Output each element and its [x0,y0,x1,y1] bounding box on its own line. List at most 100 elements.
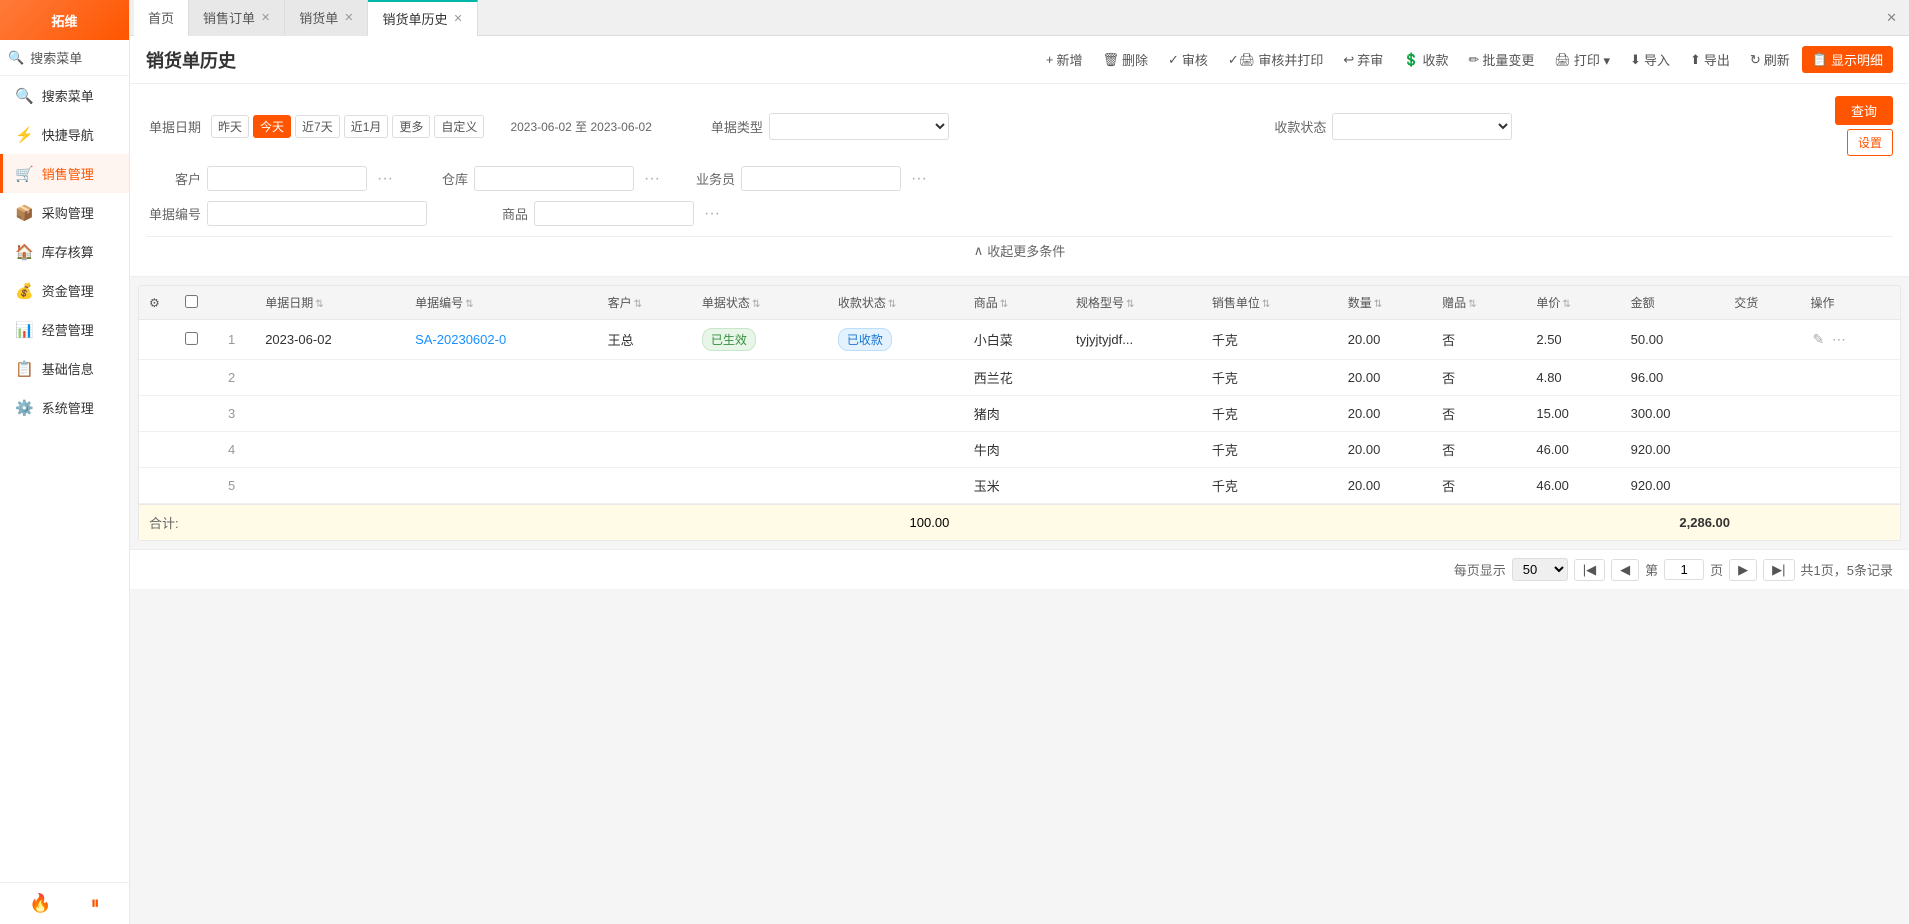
nav-icon-finance: 💰 [15,282,34,300]
th-doc-status[interactable]: 单据状态⇅ [692,286,828,320]
toolbar-btn-3[interactable]: ✓🖨审核并打印 [1220,46,1331,73]
sidebar-item-purchase[interactable]: 📦 采购管理 [0,193,129,232]
toolbar-btn-2[interactable]: ✓审核 [1160,46,1216,73]
row-docno-3 [405,432,598,468]
action-edit-0[interactable]: ✎ [1813,331,1825,347]
th-price[interactable]: 单价⇅ [1526,286,1620,320]
row-checkbox-3 [175,432,208,468]
salesman-dots[interactable]: ··· [907,170,931,188]
toolbar-btn-10[interactable]: ↻刷新 [1742,46,1798,73]
page-next-btn[interactable]: ▶ [1729,559,1757,581]
toolbar-btn-11[interactable]: 📋显示明细 [1802,46,1893,73]
sidebar-pause-btn[interactable]: ⏸ [91,893,100,914]
nav-icon-purchase: 📦 [15,204,34,222]
nav-icon-inventory: 🏠 [15,243,34,261]
salesman-input[interactable] [741,166,901,191]
toolbar-btn-5[interactable]: 💲收款 [1395,46,1456,73]
row-trade-0 [1724,320,1800,360]
date-btn-自定义[interactable]: 自定义 [434,115,484,138]
collapse-btn[interactable]: ∧ 收起更多条件 [146,236,1893,264]
sidebar-item-inventory[interactable]: 🏠 库存核算 [0,232,129,271]
per-page-select[interactable]: 50 20 100 [1512,558,1568,581]
row-amount-4: 920.00 [1621,468,1725,504]
goods-input[interactable] [534,201,694,226]
page-first-btn[interactable]: |◀ [1574,559,1605,581]
tab-bar: 首页销售订单✕销货单✕销货单历史✕✕ [130,0,1909,36]
toolbar-btn-7[interactable]: 🖨打印 ▾ [1546,46,1618,73]
row-gear-4 [139,468,175,504]
page-last-btn[interactable]: ▶| [1763,559,1794,581]
doc-no-link-0[interactable]: SA-20230602-0 [415,332,506,347]
th-customer[interactable]: 客户⇅ [598,286,692,320]
toolbar-btn-0[interactable]: +新增 [1038,46,1091,73]
th-spec[interactable]: 规格型号⇅ [1066,286,1202,320]
page-label: 第 [1645,560,1658,579]
row-unit-2: 千克 [1202,396,1338,432]
row-docno-0[interactable]: SA-20230602-0 [405,320,598,360]
toolbar-label-0: 新增 [1056,50,1082,69]
content-area: 销货单历史 +新增🗑删除✓审核✓🖨审核并打印↩弃审💲收款✏批量变更🖨打印 ▾⬇导… [130,36,1909,924]
filter-item-goods: 商品 ··· [473,201,724,226]
date-btn-更多[interactable]: 更多 [392,115,430,138]
row-cb-0[interactable] [185,332,198,345]
th-unit[interactable]: 销售单位⇅ [1202,286,1338,320]
query-button[interactable]: 查询 [1835,96,1893,125]
tab-close-3[interactable]: ✕ [454,12,463,25]
docno-input[interactable] [207,201,427,226]
row-amount-2: 300.00 [1621,396,1725,432]
payment-status-select[interactable] [1332,113,1512,140]
page-input[interactable] [1664,559,1704,580]
tab-3[interactable]: 销货单历史✕ [368,0,477,36]
tab-close-1[interactable]: ✕ [261,11,270,24]
sidebar-item-basic[interactable]: 📋 基础信息 [0,349,129,388]
sidebar-item-quick[interactable]: ⚡ 快捷导航 [0,115,129,154]
th-date[interactable]: 单据日期⇅ [255,286,405,320]
settings-button[interactable]: 设置 [1847,129,1893,156]
sidebar-item-system[interactable]: ⚙️ 系统管理 [0,388,129,427]
page-prev-btn[interactable]: ◀ [1611,559,1639,581]
sidebar-logo: 拓维 [0,0,129,40]
th-gear[interactable]: ⚙ [139,286,175,320]
th-payment-status[interactable]: 收款状态⇅ [828,286,964,320]
tab-1[interactable]: 销售订单✕ [189,0,285,36]
th-gift[interactable]: 赠品⇅ [1432,286,1526,320]
sidebar-search[interactable]: 🔍 搜索菜单 [0,40,129,76]
nav-label-operation: 经营管理 [42,320,94,339]
tab-0[interactable]: 首页 [134,0,189,36]
page-title: 销货单历史 [146,47,236,73]
th-docno[interactable]: 单据编号⇅ [405,286,598,320]
customer-dots[interactable]: ··· [373,170,397,188]
tab-2[interactable]: 销货单✕ [285,0,368,36]
doc-type-select[interactable] [769,113,949,140]
sidebar-fire-btn[interactable]: 🔥 [29,893,51,914]
date-btn-近7天[interactable]: 近7天 [295,115,340,138]
goods-dots[interactable]: ··· [700,205,724,223]
sidebar-item-operation[interactable]: 📊 经营管理 [0,310,129,349]
toolbar-icon-11: 📋 [1812,52,1828,68]
action-more-0[interactable]: ⋯ [1832,331,1846,347]
warehouse-dots[interactable]: ··· [640,170,664,188]
toolbar-btn-8[interactable]: ⬇导入 [1622,46,1678,73]
row-date-2 [255,396,405,432]
toolbar-btn-6[interactable]: ✏批量变更 [1460,46,1542,73]
date-btn-今天[interactable]: 今天 [253,115,291,138]
sidebar-item-sales[interactable]: 🛒 销售管理 [0,154,129,193]
tab-close-2[interactable]: ✕ [344,11,353,24]
sidebar-item-finance[interactable]: 💰 资金管理 [0,271,129,310]
toolbar-btn-9[interactable]: ⬆导出 [1682,46,1738,73]
toolbar-label-9: 导出 [1704,50,1730,69]
row-doc-status-3 [692,432,828,468]
select-all-checkbox[interactable] [185,295,198,308]
row-customer-4 [598,468,692,504]
table-row: 12023-06-02SA-20230602-0王总已生效已收款小白菜tyjyj… [139,320,1900,360]
sidebar-item-search[interactable]: 🔍 搜索菜单 [0,76,129,115]
tab-bar-close[interactable]: ✕ [1886,10,1905,26]
th-qty[interactable]: 数量⇅ [1338,286,1432,320]
customer-input[interactable] [207,166,367,191]
toolbar-btn-1[interactable]: 🗑删除 [1094,46,1156,73]
toolbar-btn-4[interactable]: ↩弃审 [1335,46,1391,73]
date-btn-昨天[interactable]: 昨天 [211,115,249,138]
th-goods[interactable]: 商品⇅ [964,286,1066,320]
warehouse-input[interactable] [474,166,634,191]
date-btn-近1月[interactable]: 近1月 [344,115,389,138]
